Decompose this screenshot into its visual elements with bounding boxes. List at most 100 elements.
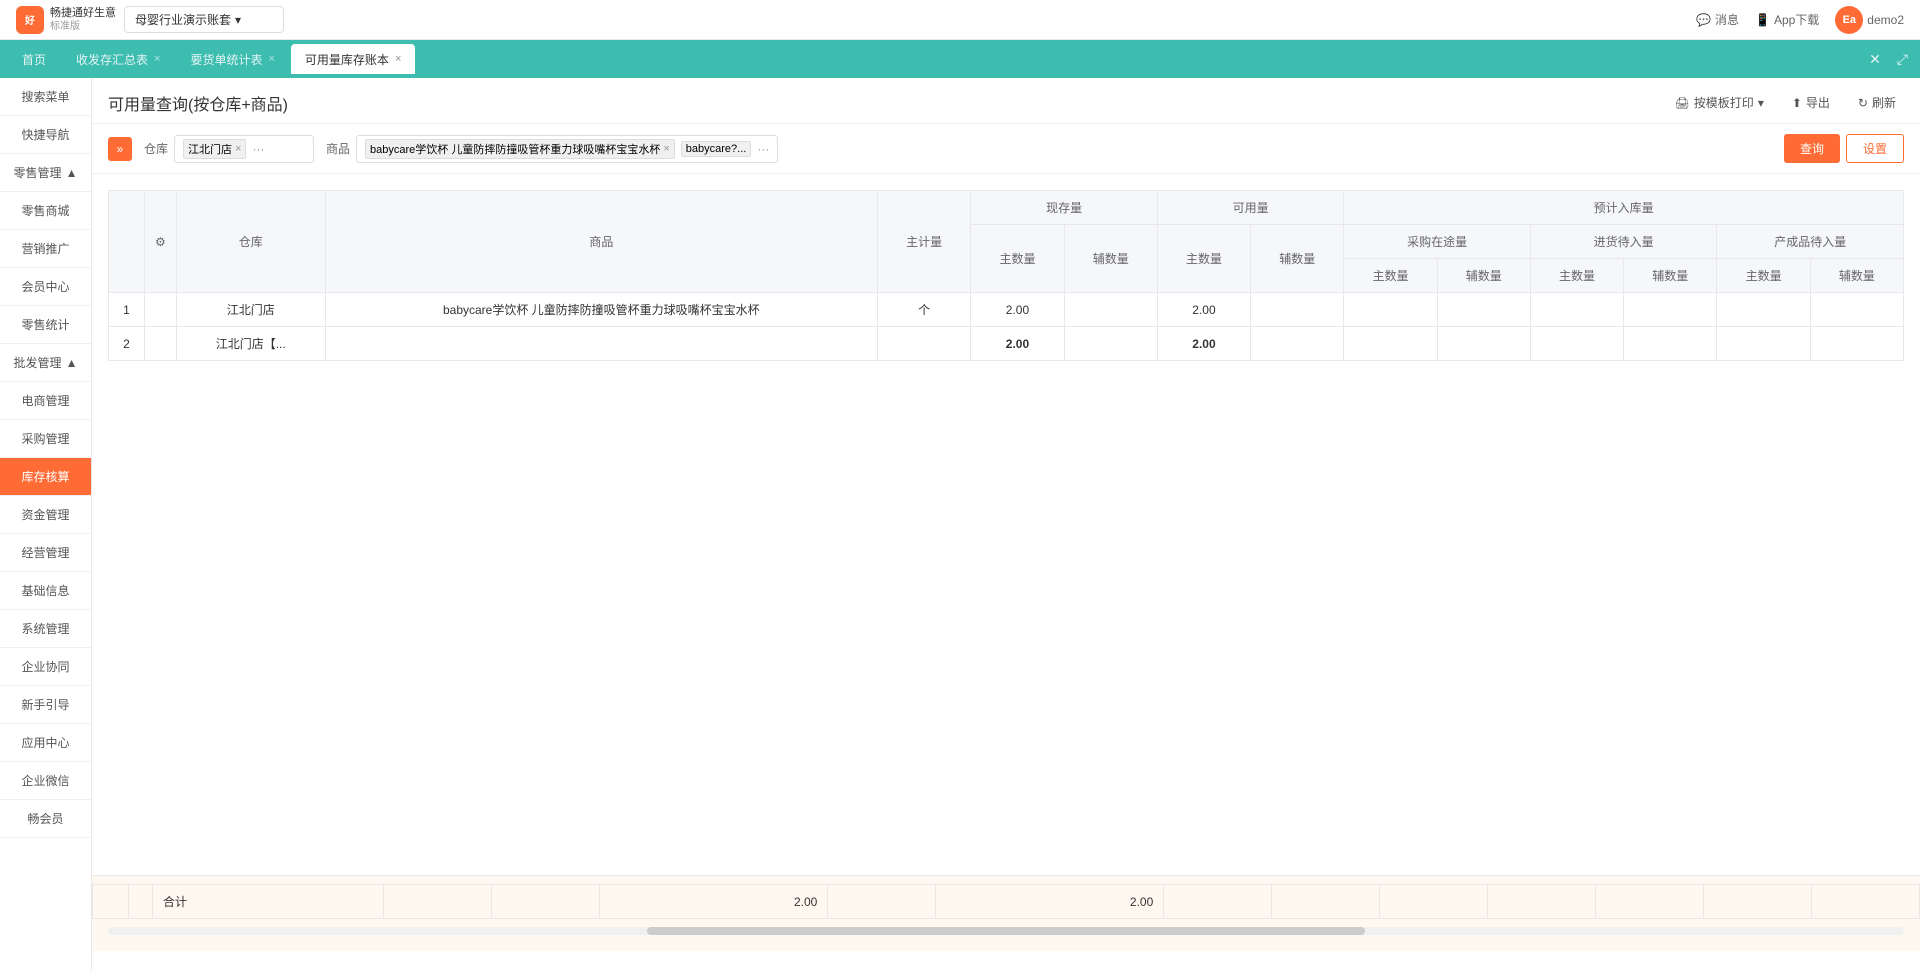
cell-produced-aux bbox=[1810, 327, 1903, 361]
sidebar-item-basic[interactable]: 基础信息 bbox=[0, 572, 91, 610]
retail-arrow-icon: ▲ bbox=[66, 166, 78, 180]
scroll-thumb bbox=[647, 927, 1365, 935]
query-button[interactable]: 查询 bbox=[1784, 134, 1840, 163]
sidebar-item-shop[interactable]: 零售商城 bbox=[0, 192, 91, 230]
tab-available[interactable]: 可用量库存账本 × bbox=[291, 44, 415, 74]
col-inbound-main: 主数量 bbox=[1530, 259, 1623, 293]
cell-stock-main: 2.00 bbox=[971, 327, 1064, 361]
cell-purchase-main bbox=[1344, 293, 1437, 327]
col-gear[interactable]: ⚙ bbox=[145, 191, 177, 293]
sidebar-item-member[interactable]: 会员中心 bbox=[0, 268, 91, 306]
expand-btn[interactable]: ⤢ bbox=[1893, 47, 1912, 72]
sidebar-item-business[interactable]: 经营管理 bbox=[0, 534, 91, 572]
user-area[interactable]: Ea demo2 bbox=[1835, 6, 1904, 34]
sidebar-item-inventory[interactable]: 库存核算 bbox=[0, 458, 91, 496]
top-bar-right: 💬 消息 📱 App下载 Ea demo2 bbox=[1696, 6, 1904, 34]
cell-avail-main: 2.00 bbox=[1157, 293, 1250, 327]
nav-tabs: 首页 收发存汇总表 × 要货单统计表 × 可用量库存账本 × ✕ ⤢ bbox=[0, 40, 1920, 78]
col-forecast-group: 预计入库量 bbox=[1344, 191, 1904, 225]
avatar: Ea bbox=[1835, 6, 1863, 34]
cell-produced-aux bbox=[1810, 293, 1903, 327]
sidebar-item-stats[interactable]: 零售统计 bbox=[0, 306, 91, 344]
col-product: 商品 bbox=[325, 191, 877, 293]
cell-avail-main: 2.00 bbox=[1157, 327, 1250, 361]
tab-close-receivable[interactable]: × bbox=[154, 53, 160, 65]
col-warehouse: 仓库 bbox=[176, 191, 325, 293]
product-input[interactable]: babycare学饮杯 儿童防摔防撞吸管杯重力球吸嘴杯宝宝水杯 × babyca… bbox=[356, 135, 778, 163]
tab-order[interactable]: 要货单统计表 × bbox=[176, 44, 288, 74]
col-stock-main: 主数量 bbox=[971, 225, 1064, 293]
sidebar-item-system[interactable]: 系统管理 bbox=[0, 610, 91, 648]
scroll-track bbox=[108, 927, 1904, 935]
footer-stock-main: 2.00 bbox=[600, 885, 828, 919]
sidebar-item-retail[interactable]: 零售管理 ▲ bbox=[0, 154, 91, 192]
cell-stock-aux bbox=[1064, 327, 1157, 361]
col-produced-group: 产成品待入量 bbox=[1717, 225, 1904, 259]
cell-purchase-aux bbox=[1437, 327, 1530, 361]
sidebar-item-wholesale[interactable]: 批发管理 ▲ bbox=[0, 344, 91, 382]
close-window-btn[interactable]: ✕ bbox=[1865, 47, 1885, 72]
cell-warehouse: 江北门店【... bbox=[176, 327, 325, 361]
tab-close-order[interactable]: × bbox=[268, 53, 274, 65]
page-container: 可用量查询(按仓库+商品) 🖨 按模板打印 ▾ ⬆ 导出 ↻ 刷新 bbox=[92, 78, 1920, 971]
sidebar-item-search[interactable]: 搜索菜单 bbox=[0, 78, 91, 116]
sidebar-item-vip[interactable]: 畅会员 bbox=[0, 800, 91, 838]
col-inbound-group: 进货待入量 bbox=[1530, 225, 1717, 259]
cell-unit: 个 bbox=[878, 293, 971, 327]
industry-selector[interactable]: 母婴行业演示账套 ▾ bbox=[124, 6, 284, 33]
sidebar-item-appcenter[interactable]: 应用中心 bbox=[0, 724, 91, 762]
refresh-btn[interactable]: ↻ 刷新 bbox=[1850, 90, 1904, 115]
warehouse-tag: 江北门店 × bbox=[183, 139, 246, 159]
product-tag-1: babycare学饮杯 儿童防摔防撞吸管杯重力球吸嘴杯宝宝水杯 × bbox=[365, 139, 675, 159]
settings-button[interactable]: 设置 bbox=[1846, 134, 1904, 163]
cell-gear bbox=[145, 293, 177, 327]
sidebar-item-purchase[interactable]: 采购管理 bbox=[0, 420, 91, 458]
col-produced-aux: 辅数量 bbox=[1810, 259, 1903, 293]
export-icon: ⬆ bbox=[1792, 96, 1802, 110]
table-row: 1 江北门店 babycare学饮杯 儿童防摔防撞吸管杯重力球吸嘴杯宝宝水杯 个… bbox=[109, 293, 1904, 327]
col-available-group: 可用量 bbox=[1157, 191, 1344, 225]
remove-product-btn[interactable]: × bbox=[663, 143, 669, 155]
cell-inbound-aux bbox=[1624, 293, 1717, 327]
tab-receivable[interactable]: 收发存汇总表 × bbox=[62, 44, 174, 74]
filter-toggle-btn[interactable]: » bbox=[108, 137, 132, 161]
footer-table: 合计 2.00 2.00 bbox=[92, 884, 1920, 919]
export-btn[interactable]: ⬆ 导出 bbox=[1784, 90, 1838, 115]
data-table: ⚙ 仓库 商品 主计量 现存量 可用量 预计入库量 主数量 辅数量 主数量 辅数… bbox=[108, 190, 1904, 361]
print-icon: 🖨 bbox=[1675, 96, 1690, 110]
cell-unit bbox=[878, 327, 971, 361]
tab-close-available[interactable]: × bbox=[395, 53, 401, 65]
remove-warehouse-btn[interactable]: × bbox=[235, 143, 241, 155]
product-more-btn[interactable]: ··· bbox=[757, 142, 769, 156]
filter-area: » 仓库 江北门店 × ··· 商品 babycare学饮杯 儿童防摔防撞吸管杯… bbox=[92, 124, 1920, 174]
page-title: 可用量查询(按仓库+商品) bbox=[108, 91, 288, 115]
sidebar-item-quick[interactable]: 快捷导航 bbox=[0, 116, 91, 154]
page-actions: 🖨 按模板打印 ▾ ⬆ 导出 ↻ 刷新 bbox=[1667, 90, 1904, 115]
sidebar-item-marketing[interactable]: 营销推广 bbox=[0, 230, 91, 268]
page-header: 可用量查询(按仓库+商品) 🖨 按模板打印 ▾ ⬆ 导出 ↻ 刷新 bbox=[92, 78, 1920, 124]
message-btn[interactable]: 💬 消息 bbox=[1696, 11, 1739, 28]
product-filter: 商品 babycare学饮杯 儿童防摔防撞吸管杯重力球吸嘴杯宝宝水杯 × bab… bbox=[326, 135, 778, 163]
cell-num: 1 bbox=[109, 293, 145, 327]
chevron-right-icon: » bbox=[117, 142, 124, 156]
cell-product: babycare学饮杯 儿童防摔防撞吸管杯重力球吸嘴杯宝宝水杯 bbox=[325, 293, 877, 327]
cell-purchase-main bbox=[1344, 327, 1437, 361]
nav-tabs-right: ✕ ⤢ bbox=[1865, 47, 1912, 72]
app-download-btn[interactable]: 📱 App下载 bbox=[1755, 11, 1819, 28]
cell-stock-main: 2.00 bbox=[971, 293, 1064, 327]
main-content: 可用量查询(按仓库+商品) 🖨 按模板打印 ▾ ⬆ 导出 ↻ 刷新 bbox=[92, 78, 1920, 971]
sidebar-item-ecommerce[interactable]: 电商管理 bbox=[0, 382, 91, 420]
product-tag-2: babycare?... bbox=[681, 141, 752, 157]
col-purchase-aux: 辅数量 bbox=[1437, 259, 1530, 293]
sidebar-item-finance[interactable]: 资金管理 bbox=[0, 496, 91, 534]
horizontal-scrollbar[interactable] bbox=[92, 919, 1920, 943]
sidebar-item-newbie[interactable]: 新手引导 bbox=[0, 686, 91, 724]
tab-home[interactable]: 首页 bbox=[8, 44, 60, 74]
sidebar-item-wechat[interactable]: 企业微信 bbox=[0, 762, 91, 800]
warehouse-input[interactable]: 江北门店 × ··· bbox=[174, 135, 314, 163]
sidebar-item-enterprise[interactable]: 企业协同 bbox=[0, 648, 91, 686]
cell-inbound-aux bbox=[1624, 327, 1717, 361]
warehouse-more-btn[interactable]: ··· bbox=[252, 142, 264, 156]
print-btn[interactable]: 🖨 按模板打印 ▾ bbox=[1667, 90, 1772, 115]
col-inbound-aux: 辅数量 bbox=[1624, 259, 1717, 293]
